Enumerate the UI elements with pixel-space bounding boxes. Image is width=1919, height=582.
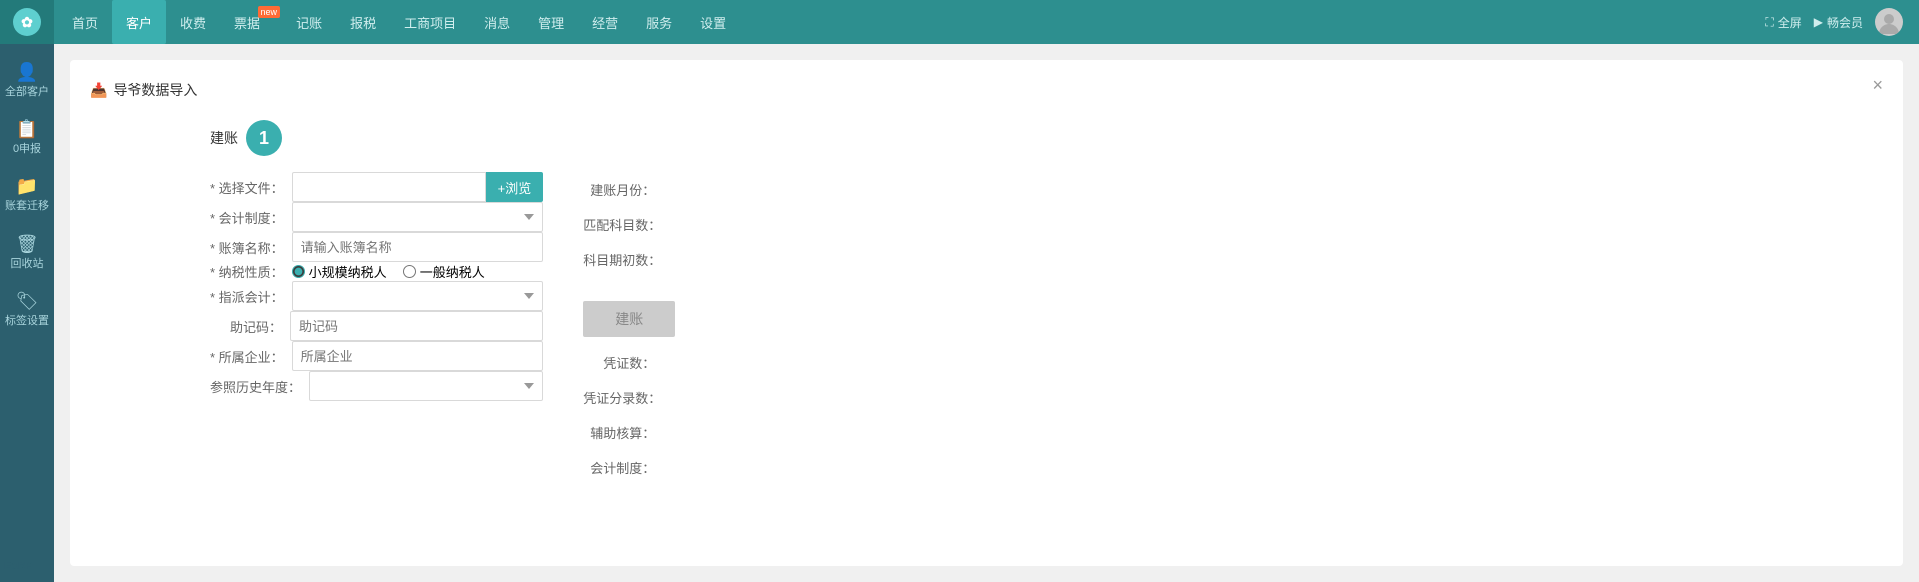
nav-invoices[interactable]: 票据 new [220,0,282,44]
memo-code-input[interactable] [290,311,543,341]
form-left: 建账 1 * 选择文件： +浏览 [210,120,543,493]
auxiliary-row: 辅助核算： [583,423,675,442]
tax-small-radio[interactable]: 小规模纳税人 [292,262,387,281]
reference-year-label: 参照历史年度： [210,377,309,396]
browse-button[interactable]: +浏览 [486,172,544,202]
nav-customers[interactable]: 客户 [112,0,166,44]
card-title: 📥 导爷数据导入 [90,80,1883,100]
sidebar: 👤 全部客户 📋 0申报 📁 账套迁移 🗑 回收站 🏷 标签设置 EaRP [0,44,54,582]
ledger-name-label: * 账簿名称： [210,238,292,257]
step-header: 建账 1 [210,120,543,156]
sidebar-item-account-migration[interactable]: 📁 账套迁移 [0,168,54,221]
layout: 👤 全部客户 📋 0申报 📁 账套迁移 🗑 回收站 🏷 标签设置 EaRP 📥 [0,44,1919,582]
enterprise-row: * 所属企业： [210,341,543,371]
subject-initial-row: 科目期初数： [583,250,675,269]
nav-right-area: ⛶ 全屏 ▶ 畅会员 [1765,8,1919,36]
subject-initial-label: 科目期初数： [583,250,669,269]
nav-operations[interactable]: 经营 [578,0,632,44]
sidebar-item-all-customers[interactable]: 👤 全部客户 [0,54,54,107]
reference-year-row: 参照历史年度： [210,371,543,401]
ledger-name-row: * 账簿名称： [210,232,543,262]
vip-icon: ▶ [1814,15,1823,29]
nav-settings[interactable]: 设置 [686,0,740,44]
accountant-select[interactable] [292,281,544,311]
accounting-system-label: * 会计制度： [210,208,292,227]
migration-icon: 📁 [16,176,38,197]
memo-code-label: 助记码： [210,317,290,336]
tax-radio-group: 小规模纳税人 一般纳税人 [292,262,485,281]
file-label: * 选择文件： [210,178,292,197]
accountant-label: * 指派会计： [210,287,292,306]
voucher-count-label: 凭证数： [583,353,663,372]
enterprise-input[interactable] [292,341,544,371]
logo[interactable]: ✿ [0,0,54,44]
nav-fees[interactable]: 收费 [166,0,220,44]
tag-icon: 🏷 [16,291,39,312]
nav-menu: 首页 客户 收费 票据 new 记账 报税 工商项目 消息 管理 经营 服务 设… [54,0,1765,44]
accounting-system-select[interactable] [292,202,544,232]
voucher-entries-row: 凭证分录数： [583,388,675,407]
enterprise-label: * 所属企业： [210,347,292,366]
nav-bookkeeping[interactable]: 记账 [282,0,336,44]
nav-tax[interactable]: 报税 [336,0,390,44]
file-input[interactable] [292,172,486,202]
main-content: 📥 导爷数据导入 × 建账 1 [54,44,1919,582]
match-subjects-row: 匹配科目数： [583,215,675,234]
close-button[interactable]: × [1872,76,1883,94]
reference-year-select[interactable] [309,371,543,401]
vip-btn[interactable]: ▶ 畅会员 [1814,14,1863,31]
match-subjects-label: 匹配科目数： [583,215,669,234]
fullscreen-btn[interactable]: ⛶ 全屏 [1765,14,1801,31]
ledger-name-input[interactable] [292,232,544,262]
file-row: * 选择文件： +浏览 [210,172,543,202]
page-area: 📥 导爷数据导入 × 建账 1 [54,44,1919,582]
tax-type-label: * 纳税性质： [210,262,292,281]
form-right: 建账月份： 匹配科目数： 科目期初数： 建 [583,180,675,493]
logo-icon: ✿ [13,8,41,36]
sidebar-item-tag-settings[interactable]: 🏷 标签设置 [0,283,54,336]
fullscreen-icon: ⛶ [1765,15,1773,30]
tax-general-radio[interactable]: 一般纳税人 [403,262,485,281]
right-accounting-system-label: 会计制度： [583,458,663,477]
new-badge: new [258,6,281,18]
sidebar-item-recycle-bin[interactable]: 🗑 回收站 [0,226,54,279]
accounting-month-label: 建账月份： [583,180,663,199]
file-input-group: +浏览 [292,172,544,202]
auxiliary-label: 辅助核算： [583,423,663,442]
nav-messages[interactable]: 消息 [470,0,524,44]
top-navigation: ✿ 首页 客户 收费 票据 new 记账 报税 工商项目 消息 管理 经营 服务… [0,0,1919,44]
form-container: 建账 1 * 选择文件： +浏览 [90,120,1883,493]
jianzhang-button[interactable]: 建账 [583,301,675,337]
accountant-row: * 指派会计： [210,281,543,311]
earp-label: EaRP [4,560,33,572]
accounting-month-row: 建账月份： [583,180,675,199]
import-icon: 📥 [90,82,107,99]
nav-manage[interactable]: 管理 [524,0,578,44]
memo-code-row: 助记码： [210,311,543,341]
tax-type-row: * 纳税性质： 小规模纳税人 一般纳税人 [210,262,543,281]
right-accounting-system-row: 会计制度： [583,458,675,477]
nav-home[interactable]: 首页 [58,0,112,44]
nav-services[interactable]: 服务 [632,0,686,44]
accounting-system-row: * 会计制度： [210,202,543,232]
card: 📥 导爷数据导入 × 建账 1 [70,60,1903,566]
person-icon: 👤 [16,62,38,83]
step-badge: 1 [246,120,282,156]
report-icon: 📋 [16,119,38,140]
jianzhang-btn-row: 建账 [583,285,675,337]
voucher-entries-label: 凭证分录数： [583,388,669,407]
avatar[interactable] [1875,8,1903,36]
sidebar-item-zero-report[interactable]: 📋 0申报 [0,111,54,164]
trash-icon: 🗑 [16,234,39,255]
voucher-count-row: 凭证数： [583,353,675,372]
nav-business[interactable]: 工商项目 [390,0,470,44]
